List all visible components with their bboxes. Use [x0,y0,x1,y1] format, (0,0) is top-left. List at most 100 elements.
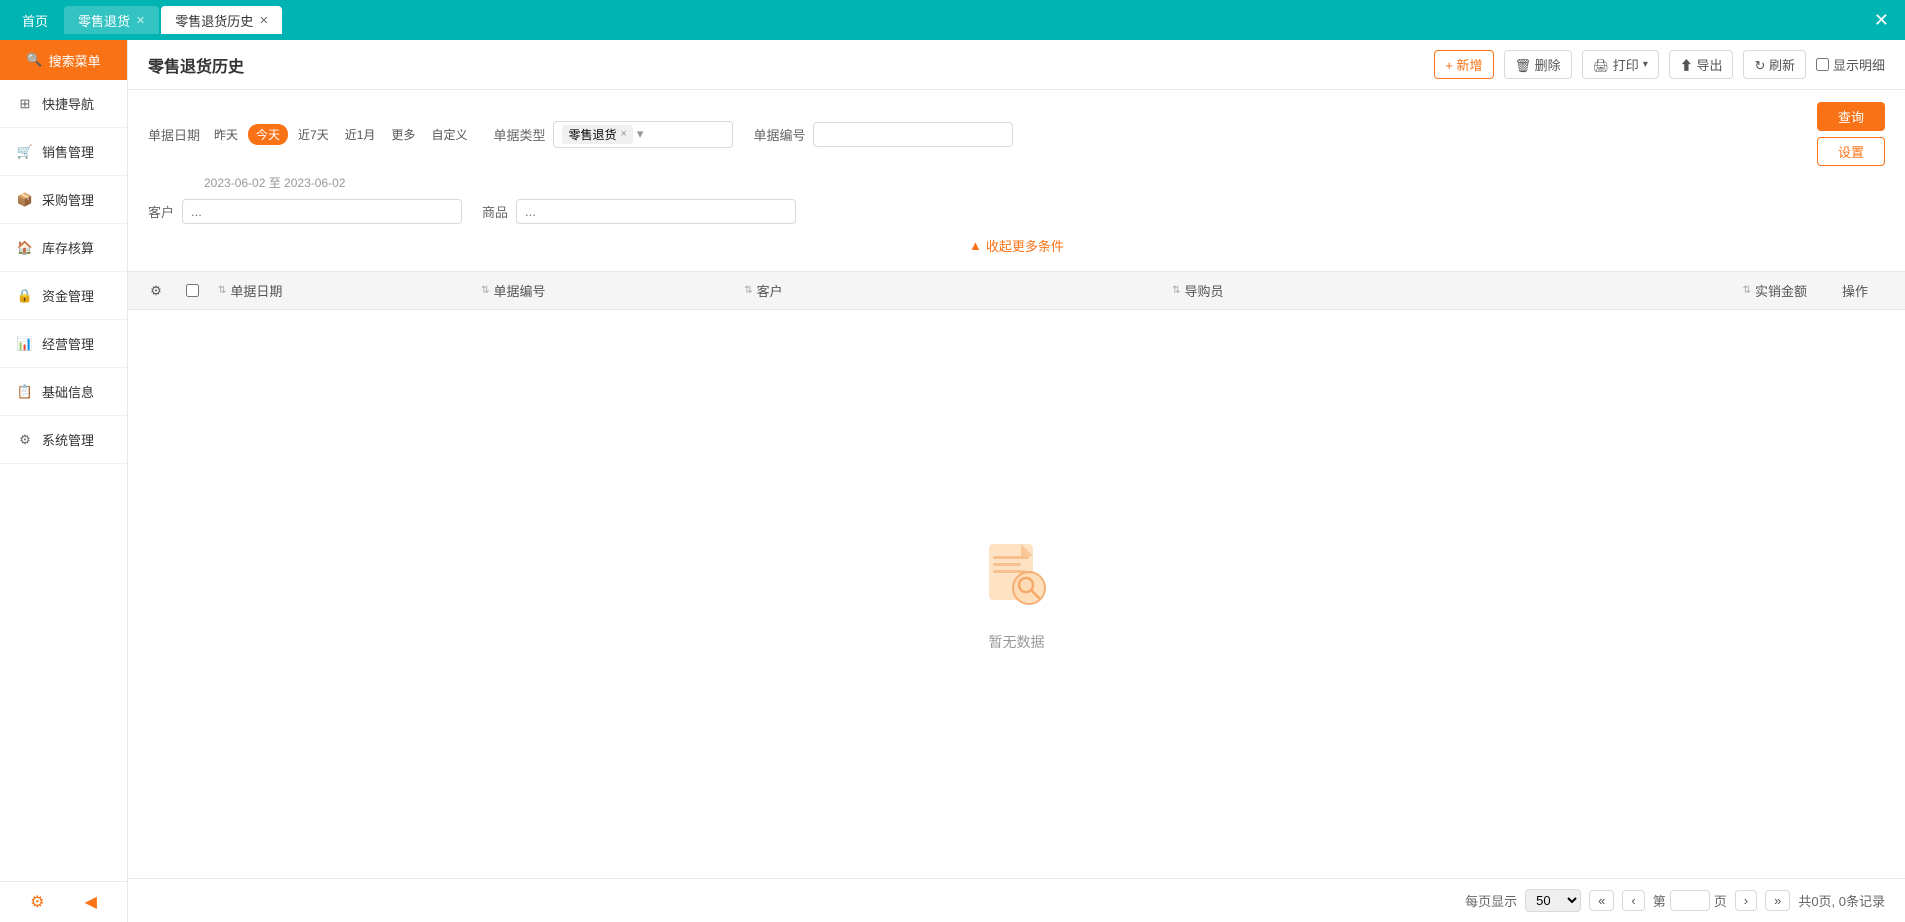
sidebar-item-ops-mgmt-label: 经营管理 [42,334,94,353]
search-menu-label: 搜索菜单 [49,51,101,70]
doc-num-input[interactable] [813,122,1013,147]
filter-goods: 商品 [482,199,796,224]
main-layout: 🔍 搜索菜单 ⊞ 快捷导航 🛒 销售管理 📦 采购管理 🏠 库存核算 🔒 [0,40,1905,922]
sidebar: 🔍 搜索菜单 ⊞ 快捷导航 🛒 销售管理 📦 采购管理 🏠 库存核算 🔒 [0,40,128,922]
per-page-label: 每页显示 [1465,891,1517,910]
query-button[interactable]: 查询 [1817,102,1885,131]
set-button[interactable]: 设置 [1817,137,1885,166]
doc-type-tag-value: 零售退货 [568,126,616,143]
doc-num-label: 单据编号 [753,125,805,144]
page-title: 零售退货历史 [148,53,244,77]
sidebar-item-basic-info-label: 基础信息 [42,382,94,401]
print-label: 🖨 打印 [1593,55,1639,74]
sales-mgmt-icon: 🛒 [16,143,34,161]
date-opt-today[interactable]: 今天 [248,124,288,145]
settings-bottom-btn[interactable]: ⚙ [30,892,44,912]
th-date-icon: ⇅ [218,285,226,296]
goods-label: 商品 [482,202,508,221]
tab-retail-return-history[interactable]: 零售退货历史 ✕ [161,6,282,34]
page-number-input[interactable]: 1 [1670,890,1710,911]
sidebar-item-finance-label: 资金管理 [42,286,94,305]
date-label: 单据日期 [148,125,200,144]
table-header: ⚙ ⇅ 单据日期 ⇅ 单据编号 ⇅ 客户 ⇅ 导购员 [128,272,1905,310]
quick-nav-icon: ⊞ [16,95,34,113]
page-unit: 页 [1714,891,1727,910]
purchase-mgmt-icon: 📦 [16,191,34,209]
select-all-checkbox[interactable] [186,284,199,297]
last-page-btn[interactable]: » [1765,890,1790,911]
sidebar-item-sales-mgmt-label: 销售管理 [42,142,94,161]
tab-retail-return-history-close[interactable]: ✕ [259,14,268,27]
first-page-btn[interactable]: « [1589,890,1614,911]
sidebar-item-ops-mgmt[interactable]: 📊 经营管理 [0,320,127,368]
th-amount-icon: ⇅ [1743,285,1751,296]
th-guide[interactable]: ⇅ 导购员 [1164,281,1489,300]
query-set-btns: 查询 设置 [1817,102,1885,166]
client-input[interactable] [182,199,462,224]
window-close-btn[interactable]: ✕ [1866,10,1897,31]
filter-date: 单据日期 昨天 今天 近7天 近1月 更多 自定义 [148,124,473,145]
doc-type-input[interactable]: 零售退货 × ▾ [553,121,733,148]
date-opt-yesterday[interactable]: 昨天 [208,124,244,145]
page-label: 第 [1653,891,1666,910]
sidebar-item-purchase-mgmt-label: 采购管理 [42,190,94,209]
th-settings[interactable]: ⚙ [138,283,174,299]
pagination: 每页显示 50 10 20 100 « ‹ 第 1 页 › » 共0页, 0条记… [128,878,1905,922]
sidebar-item-finance[interactable]: 🔒 资金管理 [0,272,127,320]
print-button[interactable]: 🖨 打印 ▾ [1582,50,1659,79]
tab-home-label: 首页 [22,11,48,30]
tab-retail-return[interactable]: 零售退货 ✕ [64,6,159,34]
empty-doc-svg [977,536,1057,616]
refresh-button[interactable]: ↻ 刷新 [1743,50,1806,79]
page-input-area: 第 1 页 [1653,890,1727,911]
header-actions: + 新增 🗑 删除 🖨 打印 ▾ ⬆ 导出 ↻ 刷新 显示明细 [1434,50,1885,79]
search-menu-btn[interactable]: 🔍 搜索菜单 [0,40,127,80]
add-button[interactable]: + 新增 [1434,50,1493,79]
sidebar-item-sys-mgmt-label: 系统管理 [42,430,94,449]
doc-type-label: 单据类型 [493,125,545,144]
filter-doc-type: 单据类型 零售退货 × ▾ [493,121,733,148]
th-date[interactable]: ⇅ 单据日期 [210,281,473,300]
date-opt-custom[interactable]: 自定义 [425,124,473,145]
show-detail-label[interactable]: 显示明细 [1816,55,1885,74]
basic-info-icon: 📋 [16,383,34,401]
filter-row-2: 客户 商品 [148,199,1885,224]
sidebar-item-basic-info[interactable]: 📋 基础信息 [0,368,127,416]
th-op: 操作 [1815,281,1895,300]
sidebar-item-sys-mgmt[interactable]: ⚙ 系统管理 [0,416,127,464]
th-check[interactable] [174,284,210,297]
th-amount[interactable]: ⇅ 实销金额 [1695,281,1815,300]
prev-page-btn[interactable]: ‹ [1622,890,1644,911]
date-opt-more[interactable]: 更多 [385,124,421,145]
sidebar-item-sales-mgmt[interactable]: 🛒 销售管理 [0,128,127,176]
collapse-icon: ▲ [969,238,982,253]
collapse-sidebar-btn[interactable]: ◀ [85,892,97,912]
sidebar-nav: ⊞ 快捷导航 🛒 销售管理 📦 采购管理 🏠 库存核算 🔒 资金管理 📊 [0,80,127,881]
collapse-btn[interactable]: ▲ 收起更多条件 [953,232,1080,259]
doc-type-tag-close[interactable]: × [620,128,626,140]
th-op-label: 操作 [1842,281,1868,300]
doc-type-dropdown-icon[interactable]: ▾ [637,126,644,142]
sidebar-item-quick-nav[interactable]: ⊞ 快捷导航 [0,80,127,128]
th-client[interactable]: ⇅ 客户 [736,281,1164,300]
tab-home[interactable]: 首页 [8,6,62,34]
date-range-display: 2023-06-02 至 2023-06-02 [204,174,1885,191]
doc-type-tag: 零售退货 × [562,125,632,144]
tab-retail-return-close[interactable]: ✕ [136,14,145,27]
show-detail-checkbox[interactable] [1816,58,1829,71]
empty-text: 暂无数据 [989,632,1045,652]
date-range-value: 2023-06-02 至 2023-06-02 [204,176,345,190]
sidebar-item-purchase-mgmt[interactable]: 📦 采购管理 [0,176,127,224]
next-page-btn[interactable]: › [1735,890,1757,911]
goods-input[interactable] [516,199,796,224]
export-button[interactable]: ⬆ 导出 [1669,50,1734,79]
delete-button[interactable]: 🗑 删除 [1504,50,1572,79]
finance-icon: 🔒 [16,287,34,305]
sidebar-item-inventory[interactable]: 🏠 库存核算 [0,224,127,272]
tab-retail-return-label: 零售退货 [78,11,130,30]
date-opt-7days[interactable]: 近7天 [292,124,335,145]
per-page-select[interactable]: 50 10 20 100 [1525,889,1581,912]
th-client-label: 客户 [757,281,783,300]
date-opt-1month[interactable]: 近1月 [339,124,382,145]
th-num[interactable]: ⇅ 单据编号 [473,281,736,300]
